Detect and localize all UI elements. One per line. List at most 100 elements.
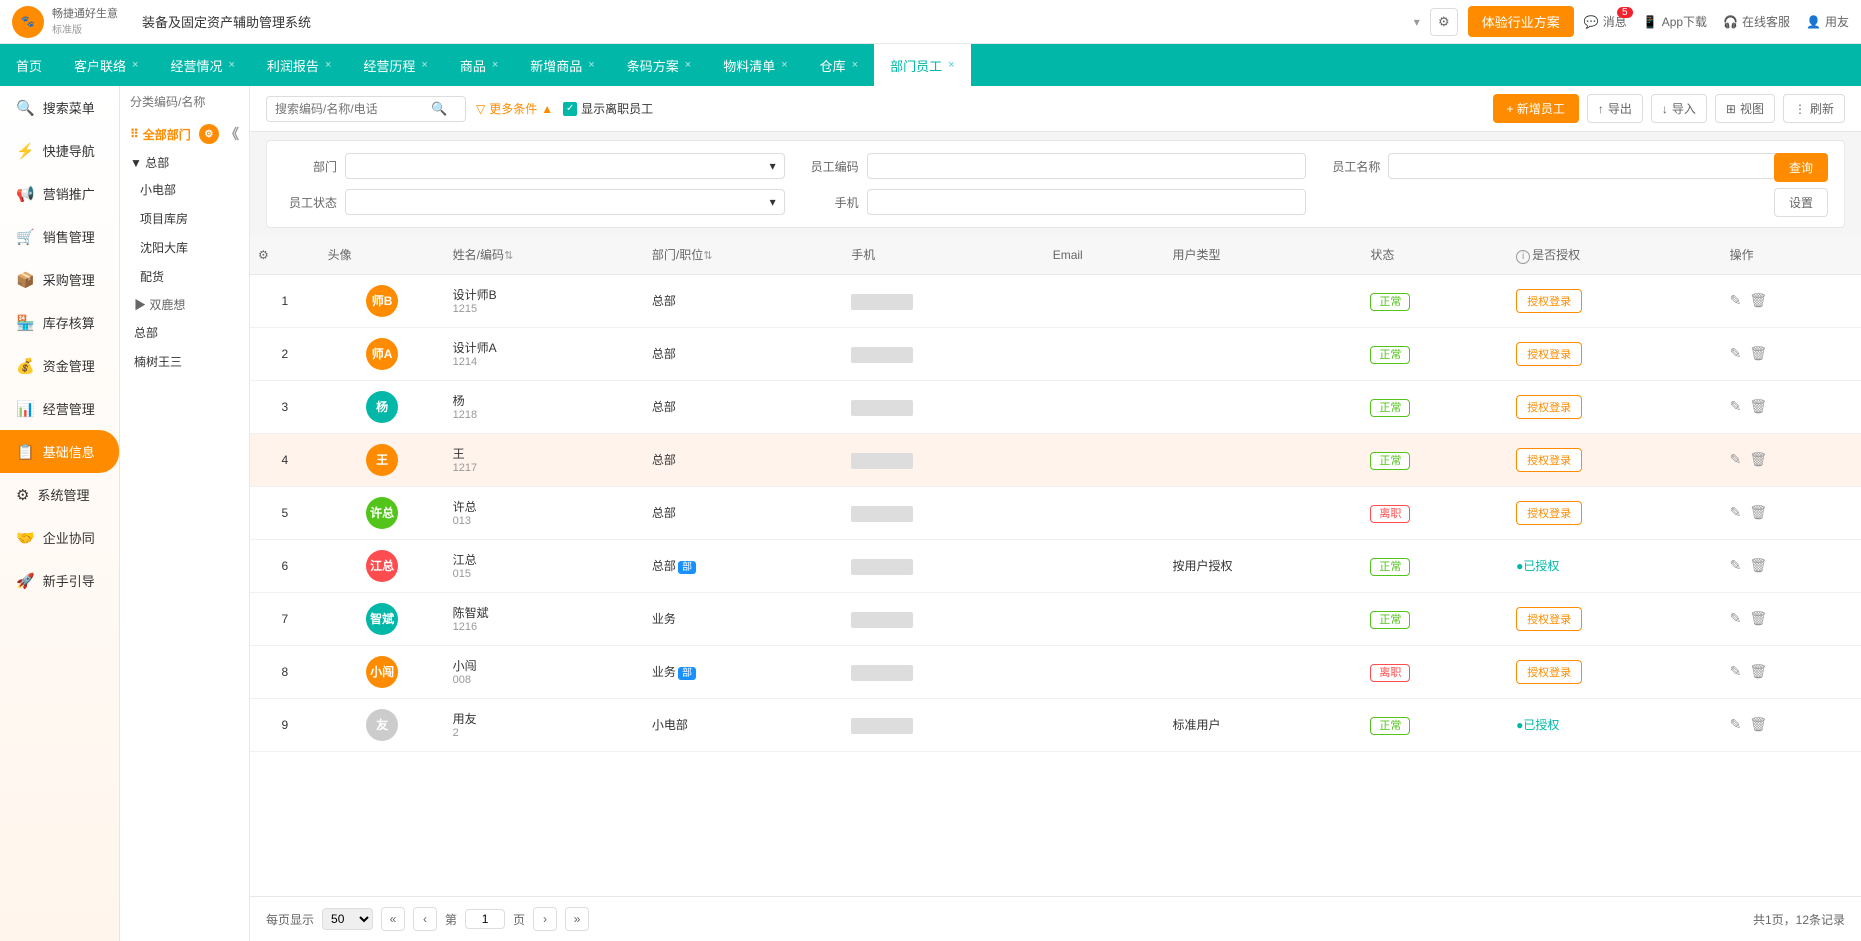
close-tab-icon[interactable]: × xyxy=(685,59,691,71)
auth-btn[interactable]: 授权登录 xyxy=(1516,660,1582,684)
more-conditions-btn[interactable]: ▽ 更多条件 ▲ xyxy=(476,100,553,117)
user-btn[interactable]: 👤 用友 xyxy=(1806,13,1849,30)
page-number-input[interactable] xyxy=(465,909,505,929)
sidebar-search-input[interactable] xyxy=(130,95,250,109)
next-page-btn[interactable]: › xyxy=(533,907,557,931)
collapse-icon[interactable]: 《 xyxy=(225,124,239,144)
online-service-btn[interactable]: 🎧 在线客服 xyxy=(1723,13,1790,30)
dept-group-head[interactable]: ▼ 总部 xyxy=(120,150,249,175)
dept-select[interactable]: ▾ xyxy=(345,153,785,179)
edit-icon[interactable]: ✎ xyxy=(1730,716,1742,733)
nav-tab-新增商品[interactable]: 新增商品× xyxy=(514,44,610,86)
menu-item-purchase[interactable]: 📦采购管理 xyxy=(0,258,119,301)
export-btn[interactable]: ↑ 导出 xyxy=(1587,94,1643,123)
edit-icon[interactable]: ✎ xyxy=(1730,451,1742,468)
last-page-btn[interactable]: » xyxy=(565,907,589,931)
menu-item-operation[interactable]: 📊经营管理 xyxy=(0,387,119,430)
search-icon[interactable]: 🔍 xyxy=(431,101,447,117)
nav-tab-商品[interactable]: 商品× xyxy=(444,44,514,86)
import-btn[interactable]: ↓ 导入 xyxy=(1651,94,1707,123)
emp-status-select[interactable]: ▾ xyxy=(345,189,785,215)
delete-icon[interactable]: 🗑 xyxy=(1749,716,1767,733)
page-size-select[interactable]: 50 100 xyxy=(322,908,373,930)
dept-item-shenyang[interactable]: 沈阳大库 xyxy=(120,233,249,262)
delete-icon[interactable]: 🗑 xyxy=(1749,663,1767,680)
nav-tab-物料清单[interactable]: 物料清单× xyxy=(707,44,803,86)
all-dept-header[interactable]: ⠿ 全部部门 ⚙ 《 xyxy=(120,118,249,150)
auth-info-icon[interactable]: i xyxy=(1516,250,1530,264)
edit-icon[interactable]: ✎ xyxy=(1730,398,1742,415)
new-employee-btn[interactable]: + 新增员工 xyxy=(1493,94,1579,123)
menu-item-finance[interactable]: 💰资金管理 xyxy=(0,344,119,387)
delete-icon[interactable]: 🗑 xyxy=(1749,610,1767,627)
delete-icon[interactable]: 🗑 xyxy=(1749,398,1767,415)
search-btn[interactable]: 查询 xyxy=(1774,153,1828,182)
delete-icon[interactable]: 🗑 xyxy=(1749,451,1767,468)
first-page-btn[interactable]: « xyxy=(381,907,405,931)
auth-btn[interactable]: 授权登录 xyxy=(1516,607,1582,631)
edit-icon[interactable]: ✎ xyxy=(1730,345,1742,362)
auth-btn[interactable]: 授权登录 xyxy=(1516,501,1582,525)
close-tab-icon[interactable]: × xyxy=(781,59,787,71)
dept-item-project[interactable]: 项目库房 xyxy=(120,204,249,233)
delete-icon[interactable]: 🗑 xyxy=(1749,557,1767,574)
show-resigned-toggle[interactable]: ✓ 显示离职员工 xyxy=(563,100,653,117)
message-btn[interactable]: 💬 消息 5 xyxy=(1584,13,1627,30)
menu-item-collab[interactable]: 🤝企业协同 xyxy=(0,516,119,559)
close-tab-icon[interactable]: × xyxy=(228,59,234,71)
sys-title-dropdown[interactable]: ▾ xyxy=(1414,15,1420,29)
auth-btn[interactable]: 授权登录 xyxy=(1516,395,1582,419)
nav-tab-首页[interactable]: 首页 xyxy=(0,44,58,86)
close-tab-icon[interactable]: × xyxy=(852,59,858,71)
app-download-btn[interactable]: 📱 App下载 xyxy=(1643,13,1707,30)
close-tab-icon[interactable]: × xyxy=(492,59,498,71)
menu-item-marketing[interactable]: 📢营销推广 xyxy=(0,172,119,215)
prev-page-btn[interactable]: ‹ xyxy=(413,907,437,931)
dept-item-nanshu[interactable]: 楠树王三 xyxy=(120,347,249,376)
dept-item-xiaodian[interactable]: 小电部 xyxy=(120,175,249,204)
menu-item-inventory[interactable]: 🏪库存核算 xyxy=(0,301,119,344)
close-tab-icon[interactable]: × xyxy=(948,59,954,71)
menu-item-guide[interactable]: 🚀新手引导 xyxy=(0,559,119,602)
view-btn[interactable]: ⊞ 视图 xyxy=(1715,94,1775,123)
dept-settings-icon[interactable]: ⚙ xyxy=(199,124,219,144)
emp-code-input[interactable] xyxy=(867,153,1307,179)
edit-icon[interactable]: ✎ xyxy=(1730,292,1742,309)
auth-btn[interactable]: 授权登录 xyxy=(1516,289,1582,313)
delete-icon[interactable]: 🗑 xyxy=(1749,345,1767,362)
nav-tab-部门员工[interactable]: 部门员工× xyxy=(874,44,970,86)
emp-name-input[interactable] xyxy=(1388,153,1828,179)
close-tab-icon[interactable]: × xyxy=(421,59,427,71)
settings-btn[interactable]: ⚙ xyxy=(1430,8,1458,36)
dept-item-peihuo[interactable]: 配货 xyxy=(120,262,249,291)
try-btn[interactable]: 体验行业方案 xyxy=(1468,6,1574,37)
menu-item-search[interactable]: 🔍搜索菜单 xyxy=(0,86,119,129)
delete-icon[interactable]: 🗑 xyxy=(1749,504,1767,521)
edit-icon[interactable]: ✎ xyxy=(1730,557,1742,574)
nav-tab-客户联络[interactable]: 客户联络× xyxy=(58,44,154,86)
close-tab-icon[interactable]: × xyxy=(588,59,594,71)
employee-search-input[interactable] xyxy=(275,102,425,116)
edit-icon[interactable]: ✎ xyxy=(1730,663,1742,680)
nav-tab-经营情况[interactable]: 经营情况× xyxy=(154,44,250,86)
show-resigned-checkbox[interactable]: ✓ xyxy=(563,102,577,116)
menu-item-basic[interactable]: 📋基础信息 xyxy=(0,430,119,473)
delete-icon[interactable]: 🗑 xyxy=(1749,292,1767,309)
nav-tab-经营历程[interactable]: 经营历程× xyxy=(347,44,443,86)
auth-btn[interactable]: 授权登录 xyxy=(1516,342,1582,366)
dept-parent-shuanglu[interactable]: ▶ 双鹿想 xyxy=(120,291,249,318)
menu-item-quicknav[interactable]: ⚡快捷导航 xyxy=(0,129,119,172)
menu-item-system[interactable]: ⚙系统管理 xyxy=(0,473,119,516)
close-tab-icon[interactable]: × xyxy=(325,59,331,71)
edit-icon[interactable]: ✎ xyxy=(1730,504,1742,521)
col-header-name[interactable]: 姓名/编码⇅ xyxy=(445,236,644,274)
phone-input[interactable] xyxy=(867,189,1307,215)
nav-tab-利润报告[interactable]: 利润报告× xyxy=(251,44,347,86)
auth-btn[interactable]: 授权登录 xyxy=(1516,448,1582,472)
edit-icon[interactable]: ✎ xyxy=(1730,610,1742,627)
nav-tab-仓库[interactable]: 仓库× xyxy=(804,44,874,86)
refresh-btn[interactable]: ⋮ 刷新 xyxy=(1783,94,1845,123)
close-tab-icon[interactable]: × xyxy=(132,59,138,71)
reset-btn[interactable]: 设置 xyxy=(1774,188,1828,217)
menu-item-sales[interactable]: 🛒销售管理 xyxy=(0,215,119,258)
